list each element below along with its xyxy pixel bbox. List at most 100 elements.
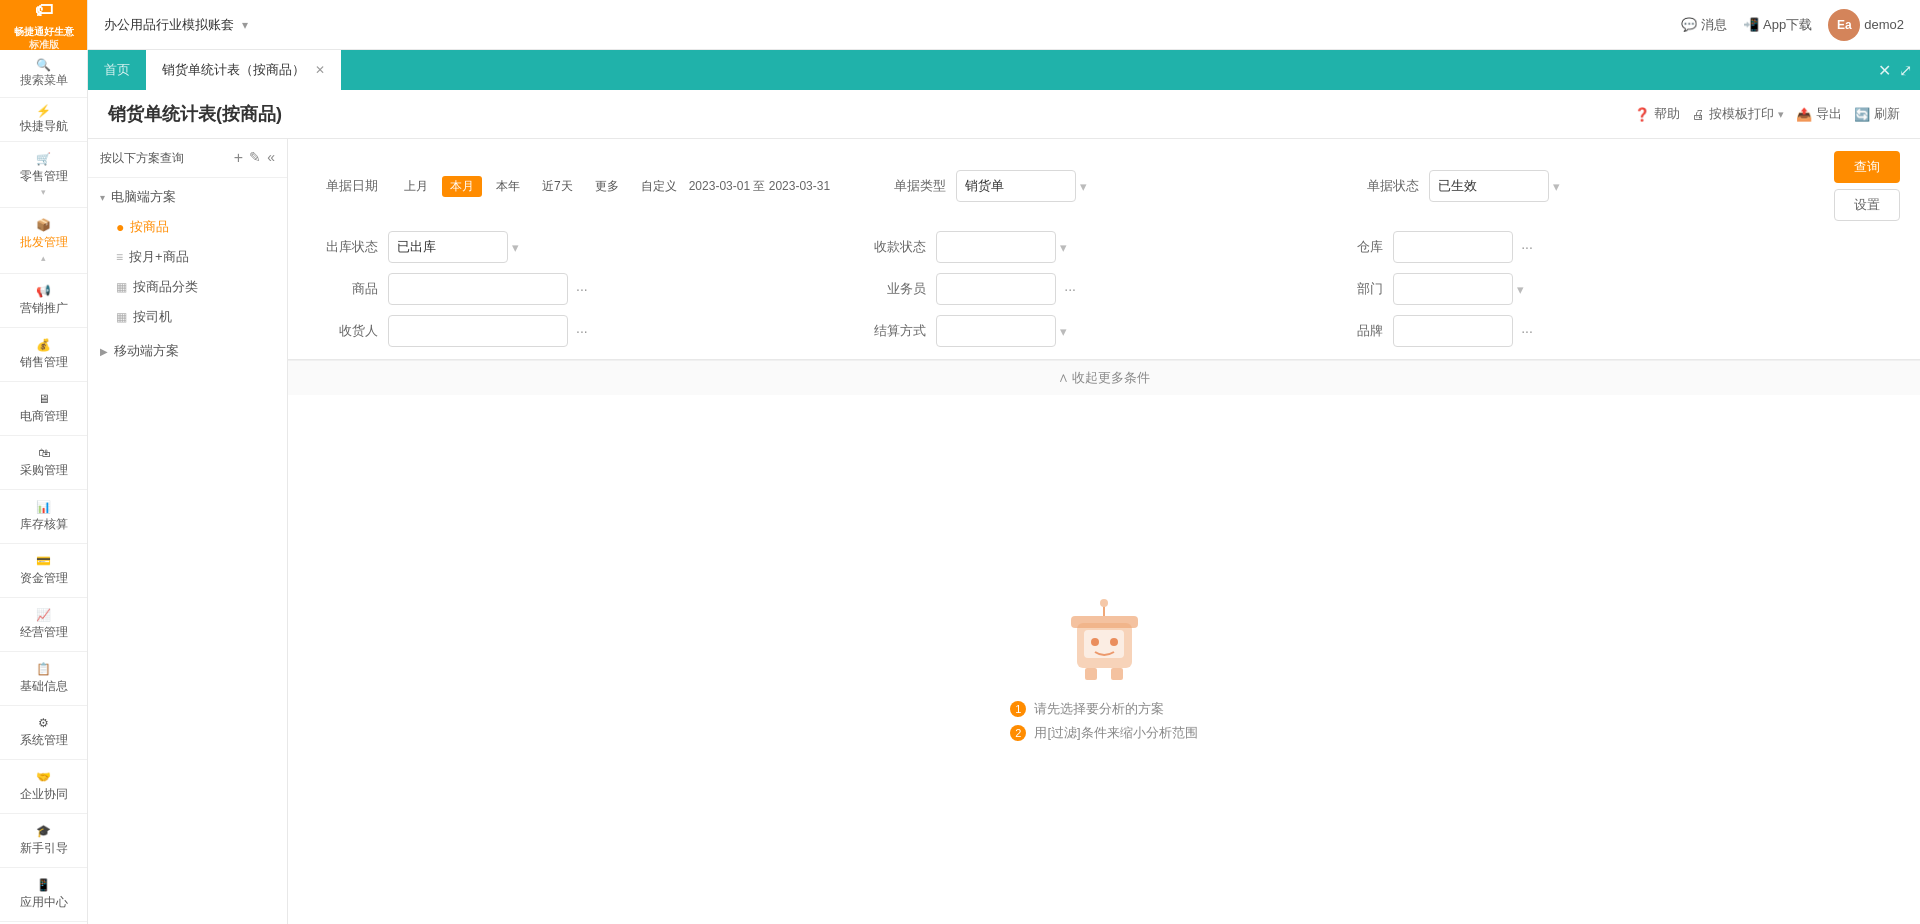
svg-point-8 xyxy=(1100,599,1108,607)
svg-rect-5 xyxy=(1085,668,1097,680)
sidebar-item-marketing[interactable]: 📢 营销推广 xyxy=(0,274,87,328)
add-scheme-icon[interactable]: + xyxy=(234,149,243,167)
edit-scheme-icon[interactable]: ✎ xyxy=(249,149,261,167)
export-btn[interactable]: 📤 导出 xyxy=(1796,105,1842,123)
filter-cell-date: 单据日期 上月 本月 本年 近7天 更多 自定义 2023-03-01 至 20… xyxy=(308,176,876,197)
business-icon: 📈 xyxy=(36,608,51,622)
empty-state: 1 请先选择要分析的方案 2 用[过滤]条件来缩小分析范围 xyxy=(288,395,1920,924)
payment-input[interactable] xyxy=(936,231,1056,263)
sales-label: 销售管理 xyxy=(20,354,68,371)
sidebar-item-ecommerce[interactable]: 🖥 电商管理 xyxy=(0,382,87,436)
tab-sales-stats[interactable]: 销货单统计表（按商品） ✕ xyxy=(146,50,341,90)
filter-cell-goods: 商品 ··· xyxy=(308,273,856,305)
enterprise-icon: 🤝 xyxy=(36,770,51,784)
date-more-btn[interactable]: 更多 xyxy=(587,176,627,197)
receiver-dots-icon[interactable]: ··· xyxy=(576,323,588,339)
staff-dots-icon[interactable]: ··· xyxy=(1064,281,1076,297)
sidebar-logo: 🏷 畅捷通好生意 标准版 xyxy=(0,0,87,50)
print-label: 按模板打印 xyxy=(1709,105,1774,123)
settlement-input[interactable] xyxy=(936,315,1056,347)
by-driver-icon: ▦ xyxy=(116,310,127,324)
filter-cell-staff: 业务员 ··· xyxy=(856,273,1313,305)
tree-node-mobile[interactable]: ▶ 移动端方案 xyxy=(88,336,287,366)
message-label: 消息 xyxy=(1701,16,1727,34)
topbar-left: 办公用品行业模拟账套 ▾ xyxy=(104,16,248,34)
warehouse-input[interactable] xyxy=(1393,231,1513,263)
sidebar-item-basics[interactable]: 📋 基础信息 xyxy=(0,652,87,706)
type-input[interactable] xyxy=(956,170,1076,202)
sidebar-search-item[interactable]: 🔍 搜索菜单 xyxy=(0,50,87,98)
staff-label: 业务员 xyxy=(856,280,936,298)
tab-close-icon[interactable]: ✕ xyxy=(315,63,325,77)
sidebar-item-app[interactable]: 📱 应用中心 xyxy=(0,868,87,922)
page-content: 销货单统计表(按商品) ❓ 帮助 🖨 按模板打印 ▾ 📤 导出 🔄 刷新 xyxy=(88,90,1920,924)
tree-node-pc[interactable]: ▾ 电脑端方案 xyxy=(88,182,287,212)
collapse-panel-icon[interactable]: « xyxy=(267,149,275,167)
tree-node-by-driver[interactable]: ▦ 按司机 xyxy=(88,302,287,332)
warehouse-dots-icon[interactable]: ··· xyxy=(1521,239,1533,255)
setup-button[interactable]: 设置 xyxy=(1834,189,1900,221)
date-7days-btn[interactable]: 近7天 xyxy=(534,176,581,197)
message-btn[interactable]: 💬 消息 xyxy=(1681,16,1727,34)
refresh-btn[interactable]: 🔄 刷新 xyxy=(1854,105,1900,123)
dept-dropdown-icon[interactable]: ▾ xyxy=(1517,282,1524,297)
left-panel: 按以下方案查询 + ✎ « ▾ 电脑端方案 ● xyxy=(88,139,288,924)
goods-dots-icon[interactable]: ··· xyxy=(576,281,588,297)
tree-node-by-goods[interactable]: ● 按商品 xyxy=(88,212,287,242)
sidebar-quicknav-item[interactable]: ⚡ 快捷导航 xyxy=(0,98,87,142)
sidebar-item-finance[interactable]: 💳 资金管理 xyxy=(0,544,87,598)
sidebar-item-business[interactable]: 📈 经营管理 xyxy=(0,598,87,652)
export-label: 导出 xyxy=(1816,105,1842,123)
tabbar: 首页 销货单统计表（按商品） ✕ ✕ ⤢ xyxy=(88,50,1920,90)
print-btn[interactable]: 🖨 按模板打印 ▾ xyxy=(1692,105,1784,123)
staff-input[interactable] xyxy=(936,273,1056,305)
status-dropdown-icon[interactable]: ▾ xyxy=(1553,179,1560,194)
close-window-icon[interactable]: ✕ xyxy=(1878,61,1891,80)
sidebar-item-purchase[interactable]: 🛍 采购管理 xyxy=(0,436,87,490)
inventory-icon: 📊 xyxy=(36,500,51,514)
sidebar: 🏷 畅捷通好生意 标准版 🔍 搜索菜单 ⚡ 快捷导航 🛒 零售管理 ▾ 📦 批发… xyxy=(0,0,88,924)
topbar-dropdown-icon[interactable]: ▾ xyxy=(242,18,248,32)
date-this-month-btn[interactable]: 本月 xyxy=(442,176,482,197)
outbound-input[interactable] xyxy=(388,231,508,263)
date-this-year-btn[interactable]: 本年 xyxy=(488,176,528,197)
filter-cell-status: 单据状态 ▾ xyxy=(1349,170,1822,202)
finance-label: 资金管理 xyxy=(20,570,68,587)
date-custom-btn[interactable]: 自定义 xyxy=(633,176,685,197)
brand-input[interactable] xyxy=(1393,315,1513,347)
tip-text-1: 请先选择要分析的方案 xyxy=(1034,700,1164,718)
print-arrow[interactable]: ▾ xyxy=(1778,108,1784,121)
payment-dropdown-icon[interactable]: ▾ xyxy=(1060,240,1067,255)
settlement-dropdown-icon[interactable]: ▾ xyxy=(1060,324,1067,339)
sidebar-item-system[interactable]: ⚙ 系统管理 xyxy=(0,706,87,760)
svg-rect-6 xyxy=(1111,668,1123,680)
sidebar-item-wholesale[interactable]: 📦 批发管理 ▴ xyxy=(0,208,87,274)
sidebar-item-retail[interactable]: 🛒 零售管理 ▾ xyxy=(0,142,87,208)
tree-node-by-category[interactable]: ▦ 按商品分类 xyxy=(88,272,287,302)
outbound-dropdown-icon[interactable]: ▾ xyxy=(512,240,519,255)
system-label: 系统管理 xyxy=(20,732,68,749)
goods-input[interactable] xyxy=(388,273,568,305)
type-dropdown-icon[interactable]: ▾ xyxy=(1080,179,1087,194)
user-info[interactable]: Ea demo2 xyxy=(1828,9,1904,41)
tab-home[interactable]: 首页 xyxy=(88,50,146,90)
basics-icon: 📋 xyxy=(36,662,51,676)
app-download-btn[interactable]: 📲 App下载 xyxy=(1743,16,1812,34)
date-last-month-btn[interactable]: 上月 xyxy=(396,176,436,197)
sidebar-item-enterprise[interactable]: 🤝 企业协同 xyxy=(0,760,87,814)
help-btn[interactable]: ❓ 帮助 xyxy=(1634,105,1680,123)
collapse-more-btn[interactable]: ∧ 收起更多条件 xyxy=(288,360,1920,395)
expand-icon[interactable]: ⤢ xyxy=(1899,61,1912,80)
avatar: Ea xyxy=(1828,9,1860,41)
brand-dots-icon[interactable]: ··· xyxy=(1521,323,1533,339)
sidebar-item-sales[interactable]: 💰 销售管理 xyxy=(0,328,87,382)
status-input[interactable] xyxy=(1429,170,1549,202)
sidebar-item-inventory[interactable]: 📊 库存核算 xyxy=(0,490,87,544)
tree-node-by-month-goods[interactable]: ≡ 按月+商品 xyxy=(88,242,287,272)
download-icon: 📲 xyxy=(1743,17,1759,32)
query-button[interactable]: 查询 xyxy=(1834,151,1900,183)
receiver-input[interactable] xyxy=(388,315,568,347)
sidebar-item-guide[interactable]: 🎓 新手引导 xyxy=(0,814,87,868)
dept-input[interactable] xyxy=(1393,273,1513,305)
tip-text-2: 用[过滤]条件来缩小分析范围 xyxy=(1034,724,1197,742)
